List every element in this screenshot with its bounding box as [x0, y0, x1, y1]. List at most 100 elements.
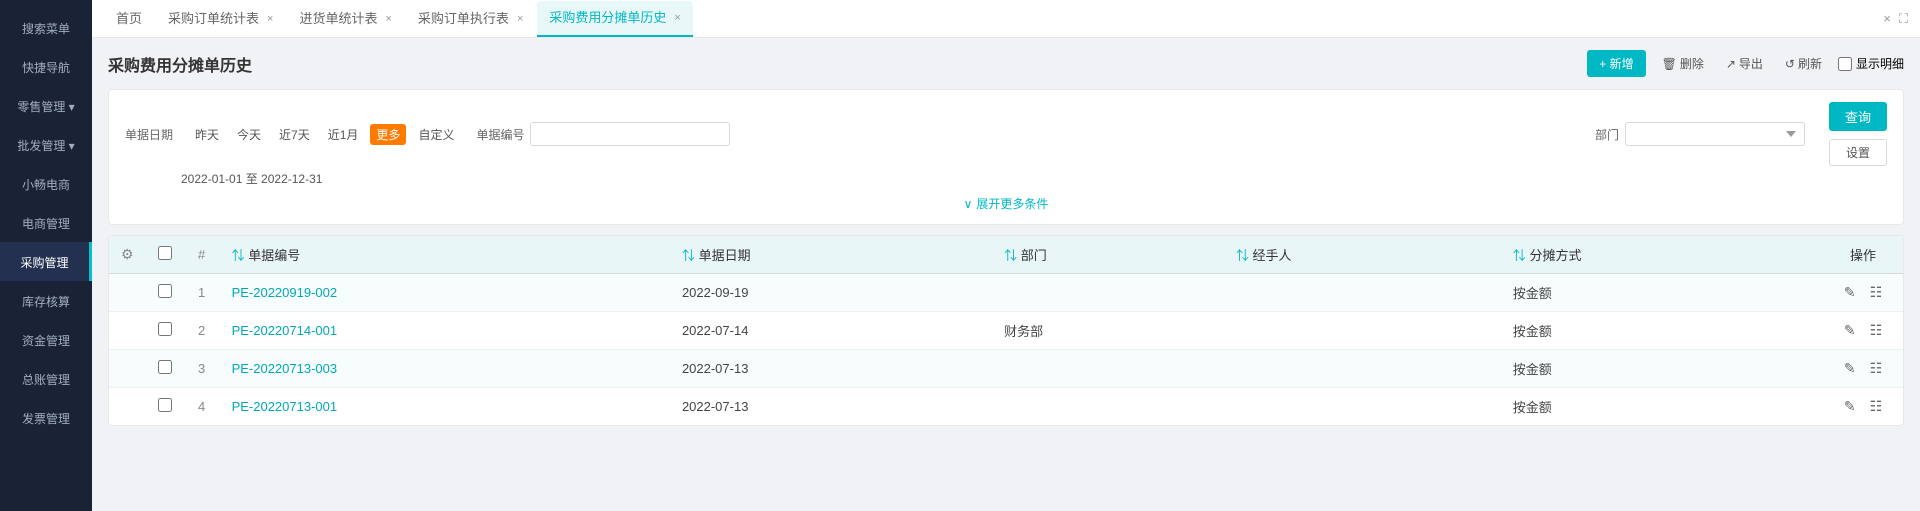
tab-purchase-cost-history[interactable]: 采购费用分摊单历史 ×	[537, 1, 692, 37]
sidebar-item-finance[interactable]: 资金管理	[0, 320, 92, 359]
sidebar-item-search-menu[interactable]: 搜索菜单	[0, 8, 92, 47]
close-all-tabs-icon[interactable]: ×	[1883, 11, 1891, 26]
row-actions-cell: ✎ ☷	[1823, 274, 1903, 312]
row-doc-date: 2022-07-14	[670, 312, 992, 350]
page-content: 采购费用分摊单历史 + 新增 🗑 删除 ↗ 导出 ↺ 刷新 显示明细	[92, 38, 1920, 511]
tab-close-purchase-cost-history[interactable]: ×	[674, 0, 680, 36]
table-row: 1 PE-20220919-002 2022-09-19 按金额 ✎ ☷	[109, 274, 1903, 312]
sidebar-item-ecommerce[interactable]: 电商管理	[0, 203, 92, 242]
sidebar-item-invoice[interactable]: 发票管理	[0, 398, 92, 437]
row-actions-cell: ✎ ☷	[1823, 312, 1903, 350]
date-btn-more[interactable]: 更多	[370, 124, 406, 145]
sort-icon-handler: ⇅	[1236, 248, 1249, 263]
delete-button[interactable]: 🗑 删除	[1656, 51, 1710, 76]
doc-number-link-2[interactable]: PE-20220714-001	[232, 323, 338, 338]
tab-home[interactable]: 首页	[104, 1, 154, 37]
col-header-num: #	[184, 236, 220, 274]
sidebar-item-retail[interactable]: 零售管理 ▾	[0, 86, 92, 125]
sidebar-item-inventory[interactable]: 库存核算	[0, 281, 92, 320]
query-area: 查询 设置	[1829, 102, 1887, 166]
row-detail-icon-4[interactable]: ☷	[1866, 396, 1887, 417]
tab-goods-stat[interactable]: 进货单统计表 ×	[287, 1, 403, 37]
row-checkbox-cell	[146, 350, 184, 388]
row-settings-cell	[109, 312, 146, 350]
tab-close-purchase-stat[interactable]: ×	[267, 1, 273, 37]
date-range-display: 2022-01-01 至 2022-12-31	[181, 170, 1887, 187]
setting-button[interactable]: 设置	[1829, 139, 1887, 166]
doc-number-input[interactable]	[530, 122, 730, 146]
tab-close-goods-stat[interactable]: ×	[385, 1, 391, 37]
doc-number-filter: 单据编号	[476, 122, 730, 146]
row-checkbox-4[interactable]	[158, 398, 172, 412]
row-num: 2	[184, 312, 220, 350]
sort-icon-doc-number: ⇅	[232, 248, 245, 263]
row-doc-number: PE-20220713-001	[220, 388, 670, 426]
col-header-handler: ⇅ 经手人	[1224, 236, 1501, 274]
data-table: ⚙ # ⇅ 单据编号 ⇅ 单据日期	[109, 236, 1903, 425]
table-body: 1 PE-20220919-002 2022-09-19 按金额 ✎ ☷ 2 P…	[109, 274, 1903, 426]
sidebar-item-ledger[interactable]: 总账管理	[0, 359, 92, 398]
query-button[interactable]: 查询	[1829, 102, 1887, 131]
tab-actions: × ⛶	[1883, 11, 1908, 27]
row-edit-icon-4[interactable]: ✎	[1840, 396, 1860, 417]
expand-more-btn[interactable]: ∨ 展开更多条件	[125, 195, 1887, 212]
select-all-checkbox[interactable]	[158, 246, 172, 260]
row-checkbox-2[interactable]	[158, 322, 172, 336]
row-dept	[992, 350, 1224, 388]
sidebar-item-quick-nav[interactable]: 快捷导航	[0, 47, 92, 86]
row-num: 1	[184, 274, 220, 312]
row-doc-date: 2022-07-13	[670, 350, 992, 388]
sidebar: 搜索菜单 快捷导航 零售管理 ▾ 批发管理 ▾ 小畅电商 电商管理 采购管理 库…	[0, 0, 92, 511]
dept-select[interactable]: 财务部	[1625, 122, 1805, 146]
row-edit-icon-1[interactable]: ✎	[1840, 282, 1860, 303]
show-cols-checkbox[interactable]	[1838, 57, 1852, 71]
row-split-method: 按金额	[1501, 312, 1823, 350]
toolbar: + 新增 🗑 删除 ↗ 导出 ↺ 刷新 显示明细	[1587, 50, 1904, 77]
tab-purchase-stat[interactable]: 采购订单统计表 ×	[156, 1, 285, 37]
sidebar-item-ecommerce-small[interactable]: 小畅电商	[0, 164, 92, 203]
fullscreen-icon[interactable]: ⛶	[1899, 11, 1908, 27]
date-btn-1month[interactable]: 近1月	[322, 124, 365, 145]
row-doc-date: 2022-07-13	[670, 388, 992, 426]
doc-number-link-1[interactable]: PE-20220919-002	[232, 285, 338, 300]
tab-purchase-exec[interactable]: 采购订单执行表 ×	[406, 1, 535, 37]
date-btn-custom[interactable]: 自定义	[412, 124, 460, 145]
refresh-button[interactable]: ↺ 刷新	[1779, 51, 1828, 76]
date-range-text: 2022-01-01 至 2022-12-31	[181, 172, 322, 186]
sidebar-item-wholesale[interactable]: 批发管理 ▾	[0, 125, 92, 164]
doc-number-link-4[interactable]: PE-20220713-001	[232, 399, 338, 414]
dept-label: 部门	[1595, 126, 1619, 143]
col-header-actions: 操作	[1823, 236, 1903, 274]
filter-row: 单据日期 昨天 今天 近7天 近1月 更多 自定义 单据编号 部门	[125, 102, 1887, 166]
doc-number-link-3[interactable]: PE-20220713-003	[232, 361, 338, 376]
col-header-settings: ⚙	[109, 236, 146, 274]
row-handler	[1224, 312, 1501, 350]
add-button[interactable]: + 新增	[1587, 50, 1645, 77]
filter-dates: 昨天 今天 近7天 近1月 更多 自定义	[189, 124, 460, 145]
row-dept	[992, 274, 1224, 312]
row-edit-icon-3[interactable]: ✎	[1840, 358, 1860, 379]
refresh-icon: ↺	[1785, 57, 1795, 71]
row-handler	[1224, 350, 1501, 388]
row-checkbox-1[interactable]	[158, 284, 172, 298]
table-settings-icon[interactable]: ⚙	[121, 246, 134, 262]
date-btn-today[interactable]: 今天	[231, 124, 267, 145]
export-button[interactable]: ↗ 导出	[1720, 51, 1769, 76]
date-btn-7days[interactable]: 近7天	[273, 124, 316, 145]
row-num: 3	[184, 350, 220, 388]
row-detail-icon-3[interactable]: ☷	[1866, 358, 1887, 379]
row-dept: 财务部	[992, 312, 1224, 350]
date-btn-yesterday[interactable]: 昨天	[189, 124, 225, 145]
main-content: 首页 采购订单统计表 × 进货单统计表 × 采购订单执行表 × 采购费用分摊单历…	[92, 0, 1920, 511]
row-settings-cell	[109, 274, 146, 312]
dept-filter: 部门 财务部	[1595, 122, 1805, 146]
row-checkbox-3[interactable]	[158, 360, 172, 374]
show-cols-checkbox-label[interactable]: 显示明细	[1838, 55, 1904, 72]
tab-close-purchase-exec[interactable]: ×	[517, 1, 523, 37]
row-edit-icon-2[interactable]: ✎	[1840, 320, 1860, 341]
row-actions-cell: ✎ ☷	[1823, 350, 1903, 388]
row-detail-icon-2[interactable]: ☷	[1866, 320, 1887, 341]
row-detail-icon-1[interactable]: ☷	[1866, 282, 1887, 303]
row-split-method: 按金额	[1501, 388, 1823, 426]
sidebar-item-purchase[interactable]: 采购管理	[0, 242, 92, 281]
